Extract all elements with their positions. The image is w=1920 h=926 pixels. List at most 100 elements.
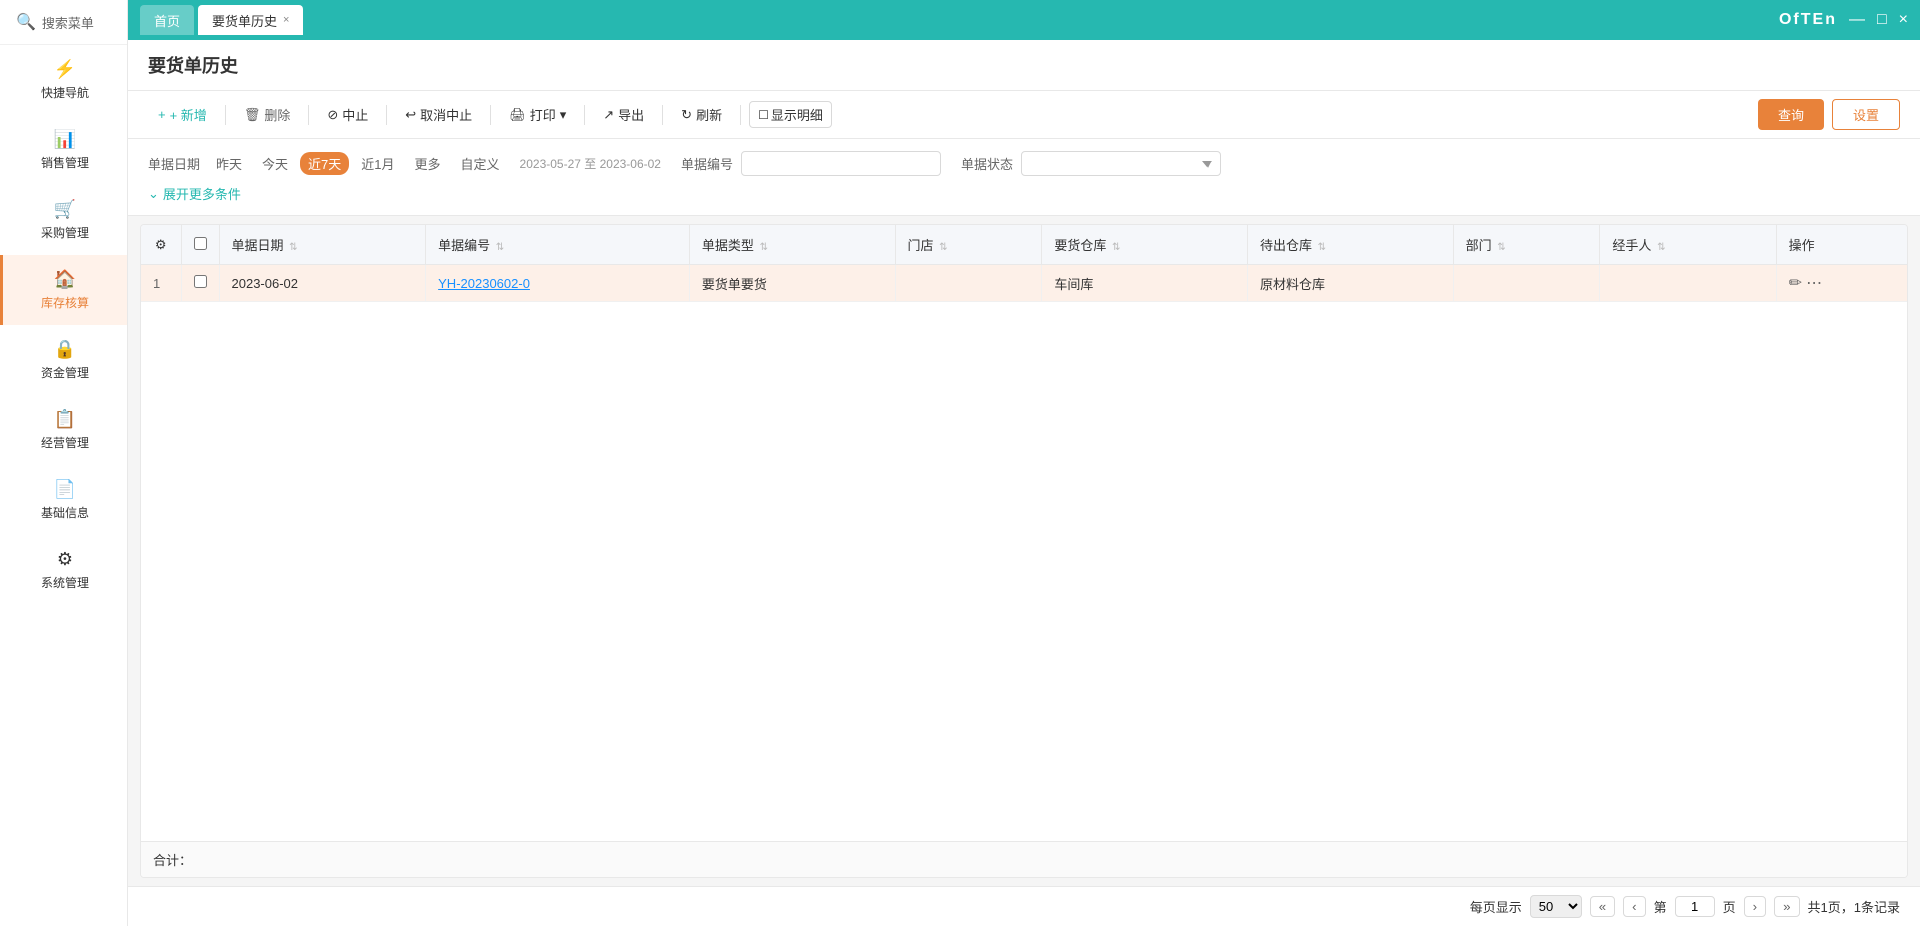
sales-icon: 📊 <box>54 129 76 150</box>
new-button[interactable]: + + 新增 <box>148 101 217 128</box>
date-btn-more[interactable]: 更多 <box>407 152 449 175</box>
col-req-warehouse-label: 要货仓库 <box>1054 238 1106 253</box>
col-date: 单据日期 ⇅ <box>219 225 426 265</box>
handler-sort-icon[interactable]: ⇅ <box>1657 242 1665 253</box>
divider-2 <box>308 105 309 125</box>
row-order-no-link[interactable]: YH-20230602-0 <box>438 276 530 291</box>
col-order-type: 单据类型 ⇅ <box>689 225 895 265</box>
page-title: 要货单历史 <box>148 52 1900 78</box>
col-handler-label: 经手人 <box>1612 238 1651 253</box>
topbar: 首页 要货单历史 × OfTEn — □ × <box>128 0 1920 40</box>
date-btn-1month[interactable]: 近1月 <box>353 152 402 175</box>
select-all-checkbox[interactable] <box>194 237 207 250</box>
sidebar-item-purchase[interactable]: 🛒 采购管理 <box>0 185 127 255</box>
order-type-sort-icon[interactable]: ⇅ <box>760 242 768 253</box>
query-button[interactable]: 查询 <box>1758 99 1824 130</box>
row-order-no[interactable]: YH-20230602-0 <box>426 265 690 302</box>
more-action-icon[interactable]: ⋯ <box>1806 273 1822 293</box>
sidebar-item-quick-nav[interactable]: ⚡ 快捷导航 <box>0 45 127 115</box>
sidebar-item-sales[interactable]: 📊 销售管理 <box>0 115 127 185</box>
cancel-stop-label: 取消中止 <box>420 105 472 124</box>
first-page-button[interactable]: « <box>1590 896 1615 917</box>
maximize-button[interactable]: □ <box>1877 11 1887 29</box>
date-btn-7days[interactable]: 近7天 <box>300 152 349 175</box>
next-page-button[interactable]: › <box>1744 896 1766 917</box>
cancel-stop-button[interactable]: ↩ 取消中止 <box>395 101 482 128</box>
expand-more-btn[interactable]: ⌄ 展开更多条件 <box>148 184 1900 203</box>
table-container: ⚙ 单据日期 ⇅ 单据编号 ⇅ <box>141 225 1907 841</box>
print-dropdown-icon: ▾ <box>560 107 567 123</box>
page-input[interactable] <box>1675 896 1715 917</box>
col-handler: 经手人 ⇅ <box>1600 225 1776 265</box>
export-button[interactable]: ↗ 导出 <box>593 101 654 128</box>
date-sort-icon[interactable]: ⇅ <box>289 242 297 253</box>
sidebar-item-label: 资金管理 <box>41 364 89 381</box>
home-tab[interactable]: 首页 <box>140 5 194 35</box>
col-settings-icon[interactable]: ⚙ <box>155 237 167 252</box>
minimize-button[interactable]: — <box>1849 11 1865 29</box>
row-checkbox[interactable] <box>194 275 207 288</box>
row-index: 1 <box>141 265 181 302</box>
brand-label: OfTEn <box>1779 11 1837 29</box>
req-warehouse-sort-icon[interactable]: ⇅ <box>1112 242 1120 253</box>
sidebar: 🔍 搜索菜单 ⚡ 快捷导航 📊 销售管理 🛒 采购管理 🏠 库存核算 🔒 资金管… <box>0 0 128 926</box>
col-order-type-label: 单据类型 <box>702 238 754 253</box>
sidebar-item-operations[interactable]: 📋 经营管理 <box>0 395 127 465</box>
edit-action-icon[interactable]: ✏ <box>1789 273 1802 293</box>
sidebar-item-label: 采购管理 <box>41 224 89 241</box>
order-no-sort-icon[interactable]: ⇅ <box>496 242 504 253</box>
setting-button[interactable]: 设置 <box>1832 99 1900 130</box>
row-checkbox-cell[interactable] <box>181 265 219 302</box>
date-btn-yesterday[interactable]: 昨天 <box>208 152 250 175</box>
tab-close-icon[interactable]: × <box>283 14 289 26</box>
date-btn-custom[interactable]: 自定义 <box>453 152 508 175</box>
delete-button[interactable]: 🗑 删除 <box>234 101 301 128</box>
pending-warehouse-sort-icon[interactable]: ⇅ <box>1318 242 1326 253</box>
refresh-button[interactable]: ↻ 刷新 <box>671 101 732 128</box>
sidebar-item-label: 快捷导航 <box>41 84 89 101</box>
filter-order-no-item: 单据编号 <box>681 151 941 176</box>
print-icon: 🖨 <box>509 107 526 123</box>
sidebar-item-label: 系统管理 <box>41 574 89 591</box>
content-area: ⚙ 单据日期 ⇅ 单据编号 ⇅ <box>140 224 1908 878</box>
new-label: + 新增 <box>170 105 207 124</box>
order-no-input[interactable] <box>741 151 941 176</box>
page-end-label: 页 <box>1723 897 1736 916</box>
search-menu-item[interactable]: 🔍 搜索菜单 <box>0 0 127 45</box>
prev-page-button[interactable]: ‹ <box>1623 896 1645 917</box>
sidebar-item-finance[interactable]: 🔒 资金管理 <box>0 325 127 395</box>
table-header: ⚙ 单据日期 ⇅ 单据编号 ⇅ <box>141 225 1907 265</box>
display-detail-label: 显示明细 <box>771 105 823 124</box>
date-filter-buttons: 昨天 今天 近7天 近1月 更多 自定义 <box>208 152 508 175</box>
col-dept-label: 部门 <box>1466 238 1492 253</box>
filter-area: 单据日期 昨天 今天 近7天 近1月 更多 自定义 2023-05-27 至 2… <box>128 139 1920 216</box>
dept-sort-icon[interactable]: ⇅ <box>1497 242 1505 253</box>
stop-button[interactable]: ⊘ 中止 <box>317 101 378 128</box>
inventory-icon: 🏠 <box>54 269 76 290</box>
close-window-button[interactable]: × <box>1899 11 1908 29</box>
display-detail-button[interactable]: ☐ 显示明细 <box>749 101 832 128</box>
col-store-label: 门店 <box>908 238 934 253</box>
store-sort-icon[interactable]: ⇅ <box>939 242 947 253</box>
col-date-label: 单据日期 <box>232 238 284 253</box>
operations-icon: 📋 <box>54 409 76 430</box>
export-icon: ↗ <box>603 107 614 123</box>
row-order-type: 要货单要货 <box>689 265 895 302</box>
sidebar-item-basic[interactable]: 📄 基础信息 <box>0 465 127 535</box>
date-filter-label: 单据日期 <box>148 154 200 173</box>
expand-label: 展开更多条件 <box>163 184 241 203</box>
col-actions-label: 操作 <box>1789 238 1815 253</box>
refresh-icon: ↻ <box>681 107 692 123</box>
print-button[interactable]: 🖨 打印 ▾ <box>499 101 576 128</box>
sidebar-item-label: 经营管理 <box>41 434 89 451</box>
date-btn-today[interactable]: 今天 <box>254 152 296 175</box>
col-checkbox[interactable] <box>181 225 219 265</box>
status-select[interactable] <box>1021 151 1221 176</box>
sidebar-item-system[interactable]: ⚙ 系统管理 <box>0 535 127 605</box>
active-tab[interactable]: 要货单历史 × <box>198 5 303 35</box>
per-page-label: 每页显示 <box>1470 897 1522 916</box>
sidebar-item-inventory[interactable]: 🏠 库存核算 <box>0 255 127 325</box>
last-page-button[interactable]: » <box>1774 896 1799 917</box>
per-page-select[interactable]: 20 50 100 200 <box>1530 895 1582 918</box>
col-dept: 部门 ⇅ <box>1453 225 1600 265</box>
